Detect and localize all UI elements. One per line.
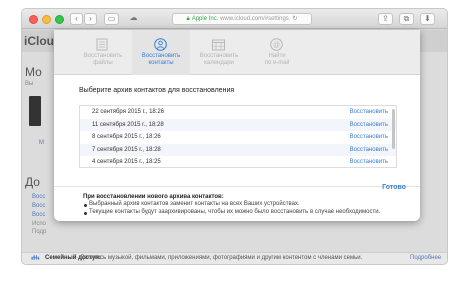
archive-row: 4 сентября 2015 г., 18:25 Восстановить	[80, 156, 396, 167]
bullet	[84, 212, 87, 215]
restore-archive-button[interactable]: Восстановить	[350, 156, 388, 167]
archive-date: 11 сентября 2015 г., 18:28	[92, 121, 164, 128]
downloads-button[interactable]: ⬇	[420, 13, 435, 25]
section-heading-my-devices: Мо	[25, 65, 42, 79]
archive-date: 8 сентября 2015 г., 18:26	[92, 134, 161, 140]
archive-row: 8 сентября 2015 г., 18:26 Восстановить	[80, 131, 396, 144]
tab-label: Восстановить календари	[199, 53, 239, 66]
address-bar[interactable]: 🔒︎ Apple Inc. www.icloud.com/#settings ↻	[172, 13, 312, 25]
family-sharing-description: Делитесь музыкой, фильмами, приложениями…	[80, 255, 363, 261]
restore-files-link[interactable]: Восс	[32, 194, 45, 200]
archive-date: 4 сентября 2015 г., 18:25	[92, 159, 161, 165]
back-button[interactable]: ‹	[70, 13, 83, 25]
share-button[interactable]: ⇪	[378, 13, 393, 25]
cloud-icon: ☁	[129, 13, 138, 22]
tabs-icon: ⧉	[403, 14, 410, 23]
archive-row: 11 сентября 2015 г., 18:28 Восстановить	[80, 118, 396, 131]
restore-dialog: Восстановитьфайлы Восстановитьконтакты	[54, 30, 420, 221]
restore-contacts-link[interactable]: Восс	[32, 203, 45, 209]
sidebar-icon: ▭	[107, 14, 116, 23]
browser-window: ‹ › ▭ ☁ 🔒︎ Apple Inc. www.icloud.com/#set…	[22, 9, 447, 264]
archive-row: 22 сентября 2015 г., 18:26 Восстановить	[80, 106, 396, 119]
family-icon: 👪︎	[31, 255, 40, 262]
reload-icon[interactable]: ↻	[292, 16, 297, 22]
tab-label: Восстановить файлы	[83, 53, 123, 66]
panel-prompt: Выберите архив контактов для восстановле…	[79, 87, 235, 94]
contacts-icon	[154, 38, 167, 51]
icloud-settings-page: iCloud Мо Вы М До Восс Восс Восс Испо По…	[22, 30, 447, 264]
done-button[interactable]: Готово	[382, 184, 406, 191]
advanced-note-2: Подр	[32, 229, 47, 235]
chevron-right-icon: ›	[89, 14, 92, 23]
secure-label: Apple Inc.	[191, 16, 219, 22]
device-image	[29, 96, 41, 126]
documents-icon	[96, 38, 108, 51]
restore-tabs: Восстановитьфайлы Восстановитьконтакты	[54, 30, 420, 75]
list-scrollbar[interactable]	[392, 109, 395, 149]
tab-label: Найти по e-mail	[264, 53, 290, 66]
divider	[54, 186, 420, 187]
share-icon: ⇪	[382, 14, 389, 23]
calendar-icon	[212, 39, 225, 51]
tab-restore-files[interactable]: Восстановить файлы	[74, 30, 132, 75]
archive-row: 7 сентября 2015 г., 18:28 Восстановить	[80, 143, 396, 156]
note-title: При восстановлении нового архива контакт…	[83, 194, 224, 200]
tab-restore-calendars[interactable]: Восстановить календари	[190, 30, 248, 75]
bullet	[84, 204, 87, 207]
svg-text:@: @	[273, 42, 280, 49]
note-item: Текущие контакты будут заархивированы, ч…	[89, 209, 381, 215]
restore-archive-button[interactable]: Восстановить	[350, 144, 388, 156]
restore-contacts-panel: Выберите архив контактов для восстановле…	[54, 76, 420, 221]
archive-date: 7 сентября 2015 г., 18:28	[92, 146, 161, 153]
tabs-button[interactable]: ⧉	[399, 13, 414, 25]
note-item: Выбранный архив контактов заменит контак…	[89, 201, 300, 207]
lock-icon: 🔒︎	[186, 16, 190, 22]
section-heading-advanced: До	[25, 175, 40, 189]
section-subtext: Вы	[25, 81, 34, 87]
family-sharing-more-link[interactable]: Подробнее	[410, 253, 441, 264]
tab-restore-contacts[interactable]: Восстановить контакты	[132, 30, 190, 75]
zoom-window-button[interactable]	[55, 15, 64, 24]
restore-archive-button[interactable]: Восстановить	[350, 119, 388, 131]
device-link[interactable]: М	[39, 140, 44, 146]
at-icon: @	[270, 38, 283, 51]
tab-find-by-email[interactable]: @ Найти по e-mail	[248, 30, 306, 75]
family-sharing-bar: 👪︎ Семейный доступ: Делитесь музыкой, фи…	[22, 252, 447, 264]
forward-button[interactable]: ›	[84, 13, 97, 25]
chevron-left-icon: ‹	[75, 14, 78, 23]
restore-archive-button[interactable]: Восстановить	[350, 106, 388, 118]
screen: ‹ › ▭ ☁ 🔒︎ Apple Inc. www.icloud.com/#set…	[0, 0, 474, 294]
archive-list[interactable]: 22 сентября 2015 г., 18:26 Восстановить …	[79, 105, 397, 168]
url-path: /#settings	[263, 16, 289, 22]
restore-archive-button[interactable]: Восстановить	[350, 131, 388, 143]
icloud-tab-button[interactable]: ☁	[126, 13, 141, 25]
advanced-note: Испо	[32, 221, 46, 227]
close-window-button[interactable]	[29, 15, 38, 24]
archive-date: 22 сентября 2015 г., 18:26	[92, 109, 165, 115]
download-icon: ⬇	[424, 14, 431, 23]
sidebar-button[interactable]: ▭	[104, 13, 119, 25]
url-host: www.icloud.com	[220, 16, 264, 22]
browser-toolbar: ‹ › ▭ ☁ 🔒︎ Apple Inc. www.icloud.com/#set…	[22, 9, 447, 29]
restore-calendars-link[interactable]: Восс	[32, 212, 45, 218]
tab-label: Восстановить контакты	[141, 53, 181, 66]
minimize-window-button[interactable]	[42, 15, 51, 24]
